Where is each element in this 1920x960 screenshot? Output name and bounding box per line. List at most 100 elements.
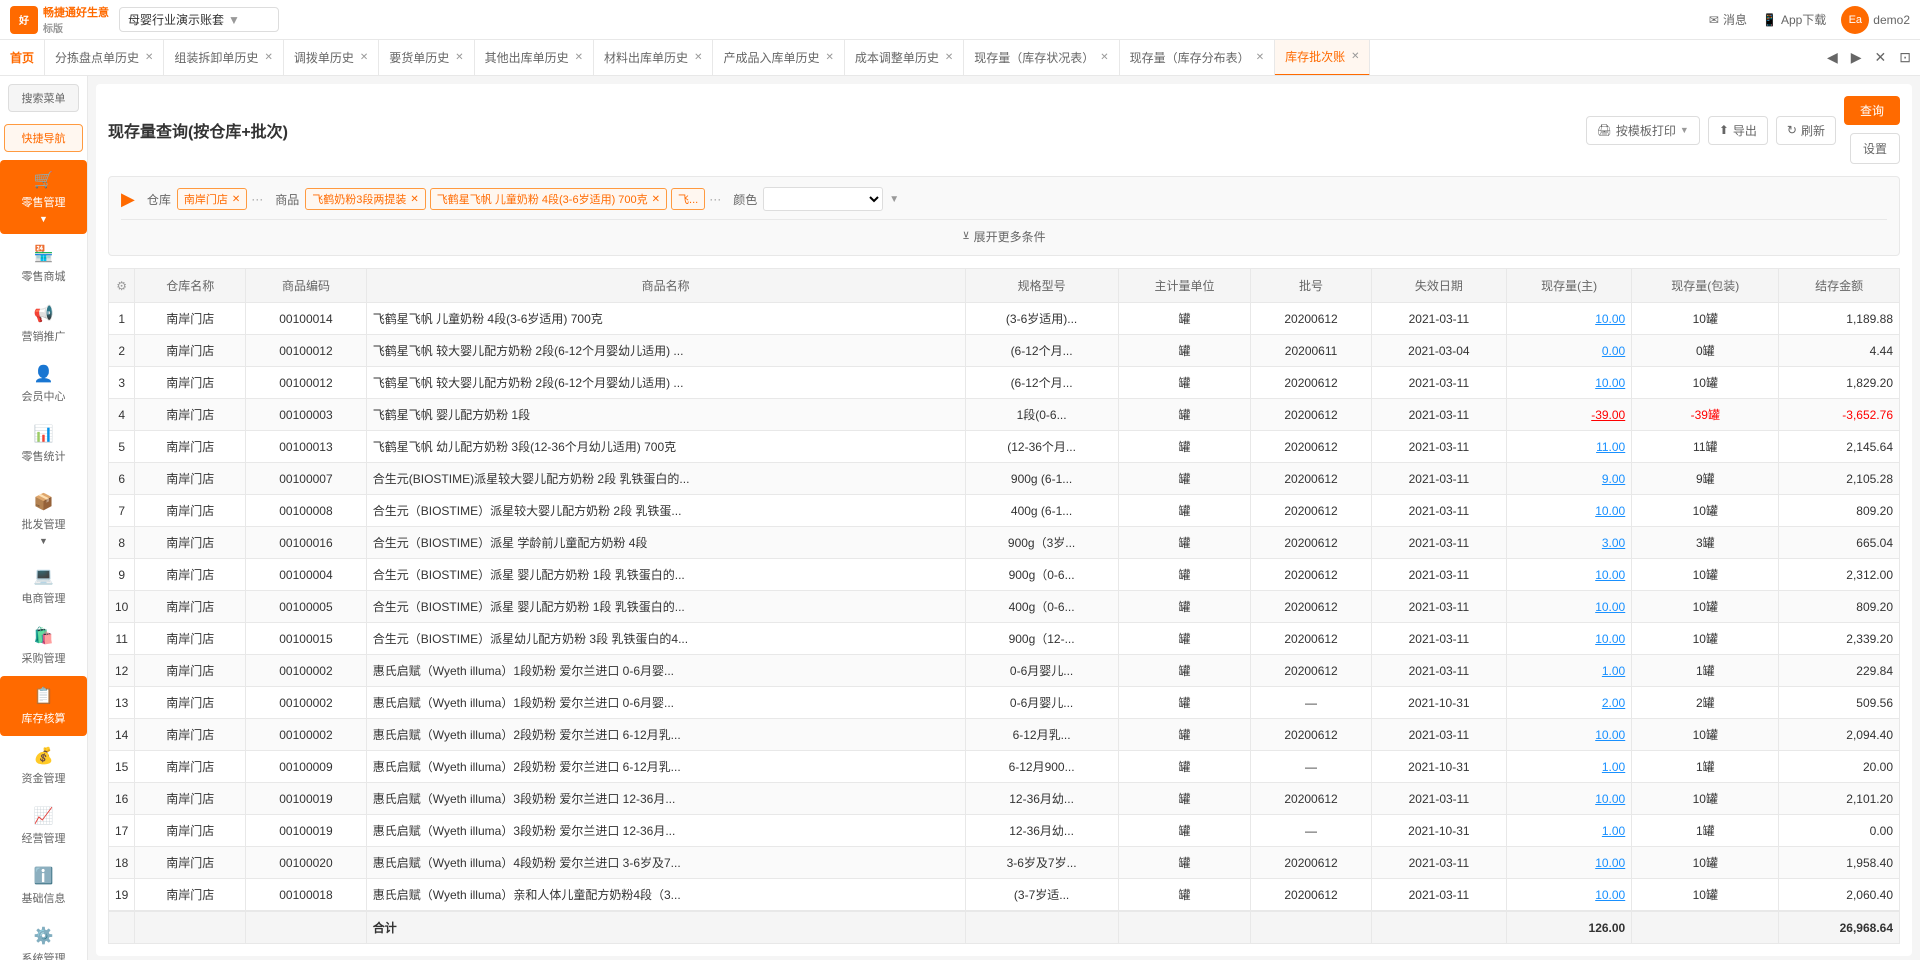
- table-cell: 罐: [1118, 367, 1251, 399]
- message-btn[interactable]: ✉ 消息: [1709, 11, 1747, 28]
- col-amount: 结存金额: [1779, 269, 1900, 303]
- table-cell: 2021-03-11: [1371, 783, 1506, 815]
- table-cell[interactable]: 1.00: [1506, 751, 1631, 783]
- table-cell[interactable]: 10.00: [1506, 847, 1631, 879]
- table-cell[interactable]: 1.00: [1506, 815, 1631, 847]
- tab-close-active-icon[interactable]: ✕: [1351, 51, 1359, 62]
- table-cell: 南岸门店: [135, 335, 246, 367]
- expand-icon[interactable]: ▶: [121, 189, 135, 210]
- finance-icon: 💰: [34, 746, 54, 766]
- product-tag-2-close-icon[interactable]: ✕: [652, 194, 660, 205]
- top-right: ✉ 消息 📱 App下载 Ea demo2: [1709, 6, 1910, 34]
- tab-distribution[interactable]: 分拣盘点单历史 ✕: [45, 40, 164, 76]
- product-tag-1-close-icon[interactable]: ✕: [410, 194, 418, 205]
- table-cell: 0-6月婴儿...: [965, 655, 1118, 687]
- table-cell[interactable]: 2.00: [1506, 687, 1631, 719]
- tab-other-out[interactable]: 其他出库单历史 ✕: [475, 40, 594, 76]
- product-filter-more-icon[interactable]: ···: [709, 192, 721, 206]
- quick-nav-btn[interactable]: 快捷导航: [4, 124, 83, 152]
- sidebar-item-basic[interactable]: ℹ️ 基础信息: [0, 856, 87, 916]
- tab-close-icon[interactable]: ✕: [1256, 52, 1264, 63]
- sidebar-item-wholesale[interactable]: 📦 批发管理 ▼: [0, 482, 87, 556]
- query-btn[interactable]: 查询: [1844, 96, 1900, 125]
- table-cell: 2021-03-11: [1371, 303, 1506, 335]
- table-settings-icon[interactable]: ⚙: [116, 279, 127, 293]
- store-selector[interactable]: 母婴行业演示账套 ▼: [119, 7, 279, 32]
- tab-close-icon[interactable]: ✕: [945, 52, 953, 63]
- tab-close-icon[interactable]: ✕: [575, 52, 583, 63]
- table-cell[interactable]: 10.00: [1506, 783, 1631, 815]
- filter-more-icon[interactable]: ···: [251, 192, 263, 206]
- table-cell[interactable]: 9.00: [1506, 463, 1631, 495]
- table-cell[interactable]: 10.00: [1506, 719, 1631, 751]
- search-menu-btn[interactable]: 搜索菜单: [8, 84, 79, 112]
- table-cell[interactable]: 10.00: [1506, 495, 1631, 527]
- tab-close-icon[interactable]: ✕: [825, 52, 833, 63]
- tab-cost-adjust[interactable]: 成本调整单历史 ✕: [845, 40, 964, 76]
- table-cell: 5: [109, 431, 135, 463]
- col-name: 商品名称: [366, 269, 965, 303]
- tab-close-icon[interactable]: ✕: [145, 52, 153, 63]
- tab-home[interactable]: 首页: [0, 40, 45, 76]
- table-cell: 1段(0-6...: [965, 399, 1118, 431]
- sidebar-item-retail[interactable]: 🛒 零售管理 ▼: [0, 160, 87, 234]
- print-btn[interactable]: 🖨 按模板打印 ▼: [1586, 116, 1700, 145]
- app-download-btn[interactable]: 📱 App下载: [1762, 11, 1826, 28]
- tab-close-icon[interactable]: ✕: [694, 52, 702, 63]
- sidebar-item-member[interactable]: 👤 会员中心: [0, 354, 87, 414]
- col-settings: ⚙: [109, 269, 135, 303]
- tab-inventory-dist[interactable]: 现存量（库存分布表） ✕: [1120, 40, 1275, 76]
- table-cell[interactable]: 10.00: [1506, 559, 1631, 591]
- table-cell[interactable]: 10.00: [1506, 591, 1631, 623]
- table-cell: 2,105.28: [1779, 463, 1900, 495]
- sidebar-item-purchase[interactable]: 🛍️ 采购管理: [0, 616, 87, 676]
- table-cell[interactable]: 0.00: [1506, 335, 1631, 367]
- sidebar-member-label: 会员中心: [22, 388, 66, 404]
- tab-close-all-btn[interactable]: ✕: [1871, 47, 1891, 68]
- user-profile[interactable]: Ea demo2: [1841, 6, 1910, 34]
- sidebar-item-system[interactable]: ⚙️ 系统管理: [0, 916, 87, 960]
- table-cell[interactable]: -39.00: [1506, 399, 1631, 431]
- tab-yaogodan[interactable]: 要货单历史 ✕: [379, 40, 474, 76]
- tab-product-in[interactable]: 产成品入库单历史 ✕: [713, 40, 844, 76]
- footer-empty-1: [109, 911, 135, 944]
- sidebar-item-retail-shop[interactable]: 🏪 零售商城: [0, 234, 87, 294]
- tab-close-icon[interactable]: ✕: [455, 52, 463, 63]
- table-cell: 15: [109, 751, 135, 783]
- table-cell[interactable]: 1.00: [1506, 655, 1631, 687]
- refresh-btn[interactable]: ↻ 刷新: [1776, 116, 1836, 145]
- tab-close-icon[interactable]: ✕: [360, 52, 368, 63]
- table-cell: 南岸门店: [135, 783, 246, 815]
- export-btn[interactable]: ⬆ 导出: [1708, 116, 1768, 145]
- setting-btn[interactable]: 设置: [1850, 133, 1900, 164]
- sidebar-item-operation[interactable]: 📈 经营管理: [0, 796, 87, 856]
- table-cell[interactable]: 11.00: [1506, 431, 1631, 463]
- tab-transfer[interactable]: 调拨单历史 ✕: [284, 40, 379, 76]
- tab-batch-voucher[interactable]: 库存批次账 ✕: [1275, 40, 1370, 76]
- table-cell[interactable]: 3.00: [1506, 527, 1631, 559]
- table-cell[interactable]: 10.00: [1506, 623, 1631, 655]
- expand-sidebar-btn[interactable]: ▶: [121, 189, 135, 210]
- tab-material-out[interactable]: 材料出库单历史 ✕: [594, 40, 713, 76]
- color-select[interactable]: [763, 187, 883, 211]
- tab-next-btn[interactable]: ▶: [1847, 47, 1866, 68]
- filter-expand[interactable]: ⊻ 展开更多条件: [121, 219, 1887, 245]
- table-cell[interactable]: 10.00: [1506, 367, 1631, 399]
- sidebar-item-retail-stat[interactable]: 📊 零售统计: [0, 414, 87, 474]
- sidebar-item-marketing[interactable]: 📢 营销推广: [0, 294, 87, 354]
- expand-more-label: 展开更多条件: [974, 228, 1046, 245]
- tab-prev-btn[interactable]: ◀: [1823, 47, 1842, 68]
- table-cell: 20200612: [1251, 623, 1372, 655]
- footer-amount-total: 26,968.64: [1779, 911, 1900, 944]
- tab-close-icon[interactable]: ✕: [1100, 52, 1108, 63]
- sidebar-item-inventory[interactable]: 📋 库存核算: [0, 676, 87, 736]
- tab-disassemble[interactable]: 组装拆卸单历史 ✕: [164, 40, 283, 76]
- sidebar-item-ecommerce[interactable]: 💻 电商管理: [0, 556, 87, 616]
- tab-expand-btn[interactable]: ⊡: [1895, 47, 1915, 68]
- tab-inventory-status[interactable]: 现存量（库存状况表） ✕: [964, 40, 1119, 76]
- warehouse-tag-close-icon[interactable]: ✕: [232, 194, 240, 205]
- table-cell[interactable]: 10.00: [1506, 303, 1631, 335]
- tab-close-icon[interactable]: ✕: [264, 52, 272, 63]
- sidebar-item-finance[interactable]: 💰 资金管理: [0, 736, 87, 796]
- table-cell[interactable]: 10.00: [1506, 879, 1631, 912]
